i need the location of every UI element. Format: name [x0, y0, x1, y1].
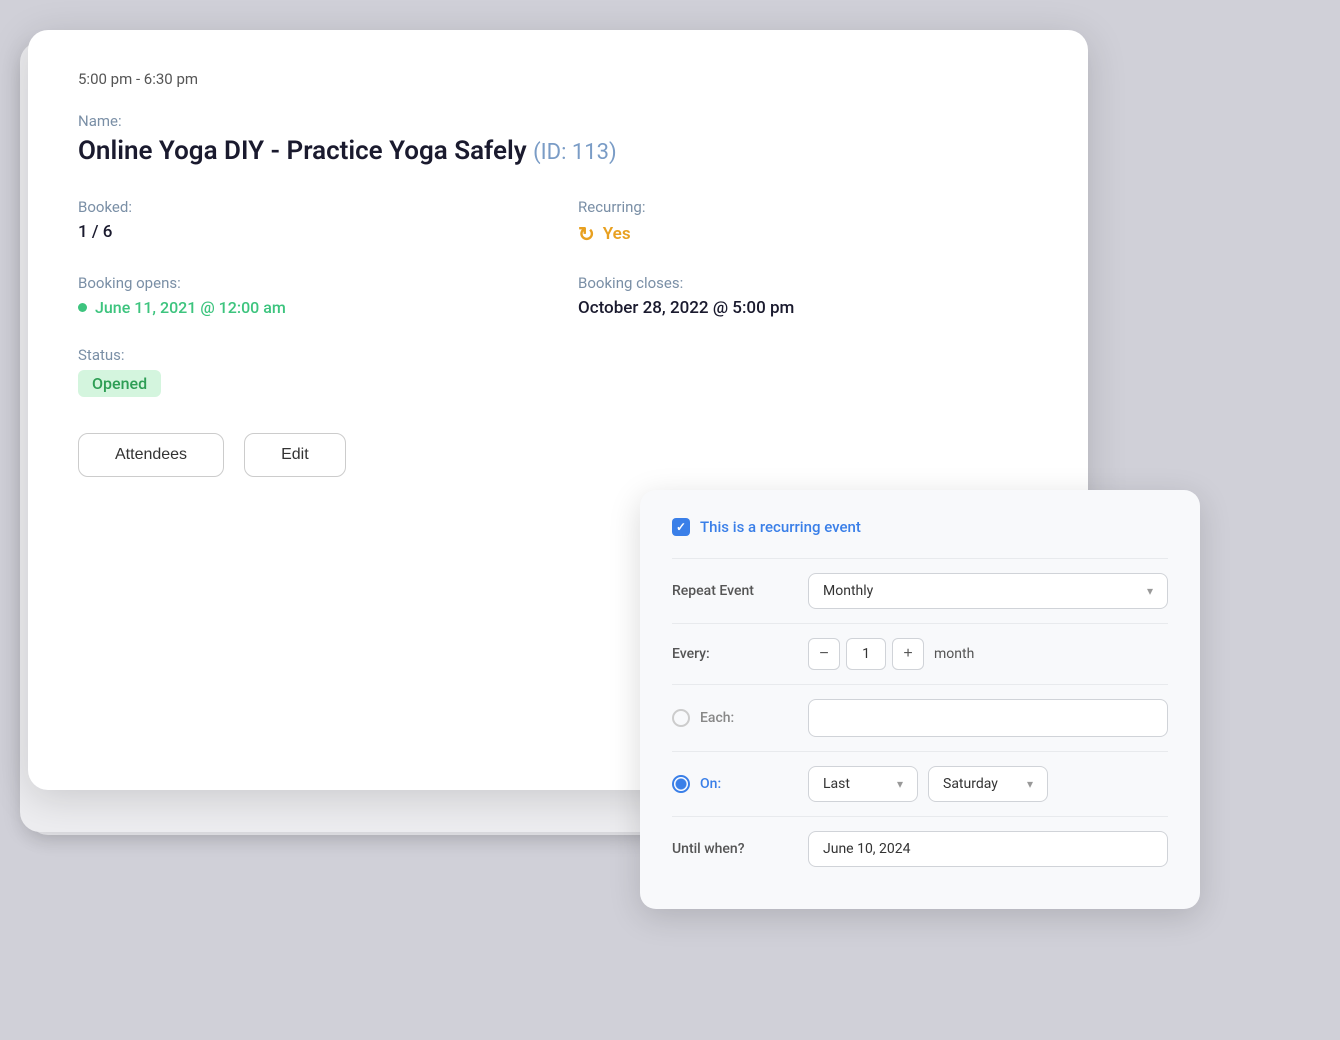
booked-item: Booked: 1 / 6	[78, 198, 538, 246]
attendees-button[interactable]: Attendees	[78, 433, 224, 477]
on-label: On:	[700, 776, 721, 792]
booking-opens-label: Booking opens:	[78, 274, 538, 292]
each-input[interactable]	[808, 699, 1168, 737]
on-label-container: On:	[672, 775, 792, 793]
repeat-event-content: Monthly ▾	[808, 573, 1168, 609]
status-badge: Opened	[78, 370, 161, 397]
until-label: Until when?	[672, 841, 792, 857]
stepper-value: 1	[846, 638, 886, 670]
green-dot-icon	[78, 303, 87, 312]
each-radio[interactable]	[672, 709, 690, 727]
booked-value: 1 / 6	[78, 222, 538, 242]
recurring-checkbox[interactable]	[672, 518, 690, 536]
on-position-select[interactable]: Last ▾	[808, 766, 918, 802]
every-content: − 1 + month	[808, 638, 1168, 670]
on-row: On: Last ▾ Saturday ▾	[672, 751, 1168, 816]
booking-closes-label: Booking closes:	[578, 274, 1038, 292]
repeat-event-select[interactable]: Monthly ▾	[808, 573, 1168, 609]
every-row: Every: − 1 + month	[672, 623, 1168, 684]
each-row: Each:	[672, 684, 1168, 751]
on-content: Last ▾ Saturday ▾	[808, 766, 1168, 802]
recurring-panel-header: This is a recurring event	[672, 518, 1168, 536]
every-label: Every:	[672, 646, 792, 662]
button-row: Attendees Edit	[78, 433, 1038, 477]
booking-opens-item: Booking opens: June 11, 2021 @ 12:00 am	[78, 274, 538, 318]
until-date-input[interactable]: June 10, 2024	[808, 831, 1168, 867]
on-radio-row: On:	[672, 775, 792, 793]
chevron-down-icon: ▾	[897, 777, 903, 791]
stepper-unit: month	[934, 646, 974, 662]
recur-icon: ↻	[578, 222, 595, 246]
recurring-item: Recurring: ↻ Yes	[578, 198, 1038, 246]
on-radio[interactable]	[672, 775, 690, 793]
time-label: 5:00 pm - 6:30 pm	[78, 70, 1038, 88]
name-field-label: Name:	[78, 112, 1038, 130]
each-content	[808, 699, 1168, 737]
chevron-down-icon: ▾	[1027, 777, 1033, 791]
until-row: Until when? June 10, 2024	[672, 816, 1168, 881]
repeat-event-label: Repeat Event	[672, 583, 792, 599]
recurring-label: Recurring:	[578, 198, 1038, 216]
decrease-button[interactable]: −	[808, 638, 840, 670]
booking-closes-value: October 28, 2022 @ 5:00 pm	[578, 298, 1038, 318]
each-label: Each:	[700, 710, 734, 726]
status-section: Status: Opened	[78, 346, 1038, 397]
recurring-value: ↻ Yes	[578, 222, 1038, 246]
each-radio-row: Each:	[672, 709, 792, 727]
booking-closes-item: Booking closes: October 28, 2022 @ 5:00 …	[578, 274, 1038, 318]
increase-button[interactable]: +	[892, 638, 924, 670]
booking-opens-value: June 11, 2021 @ 12:00 am	[78, 298, 538, 317]
info-grid: Booked: 1 / 6 Recurring: ↻ Yes Booking o…	[78, 198, 1038, 318]
until-content: June 10, 2024	[808, 831, 1168, 867]
edit-button[interactable]: Edit	[244, 433, 346, 477]
repeat-event-row: Repeat Event Monthly ▾	[672, 558, 1168, 623]
recurring-checkbox-label: This is a recurring event	[700, 518, 861, 536]
event-name: Online Yoga DIY - Practice Yoga Safely (…	[78, 136, 1038, 166]
stepper-group: − 1 +	[808, 638, 924, 670]
chevron-down-icon: ▾	[1147, 584, 1153, 598]
each-label-container: Each:	[672, 709, 792, 727]
booked-label: Booked:	[78, 198, 538, 216]
recurring-panel: This is a recurring event Repeat Event M…	[640, 490, 1200, 909]
status-label: Status:	[78, 346, 1038, 364]
on-day-select[interactable]: Saturday ▾	[928, 766, 1048, 802]
